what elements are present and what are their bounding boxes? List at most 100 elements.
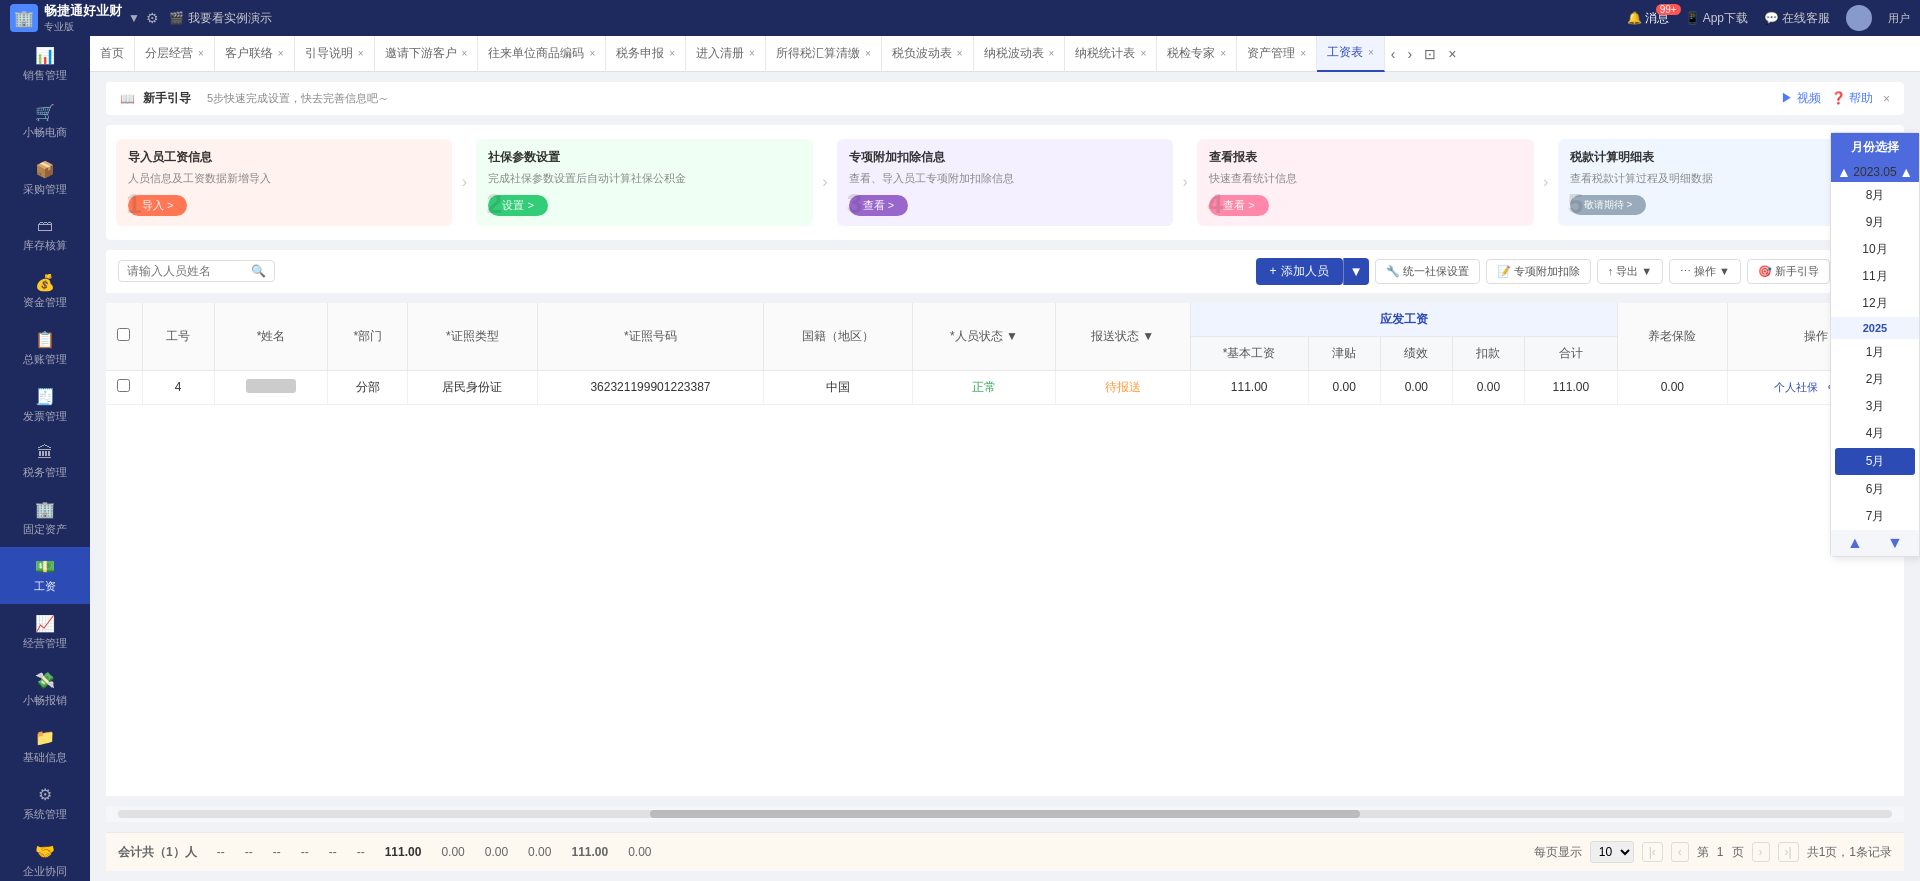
tab-tax-stat-close[interactable]: × [1140, 48, 1146, 59]
tab-tax-calc[interactable]: 所得税汇算清缴 × [766, 36, 882, 72]
sidebar-item-finance[interactable]: 💰 资金管理 [0, 263, 90, 320]
report-filter-icon[interactable]: ▼ [1142, 329, 1154, 343]
sidebar-item-collab[interactable]: 🤝 企业协同 [0, 832, 90, 881]
gear-icon[interactable]: ⚙ [146, 10, 159, 26]
month-1[interactable]: 1月 [1831, 339, 1919, 366]
scrollbar-thumb[interactable] [650, 810, 1360, 818]
next-page-btn[interactable]: › [1752, 842, 1770, 862]
online-service-button[interactable]: 💬 在线客服 [1764, 10, 1830, 27]
guide-close-btn[interactable]: × [1883, 92, 1890, 106]
tab-tax-declare[interactable]: 税务申报 × [606, 36, 686, 72]
sidebar-item-system[interactable]: ⚙ 系统管理 [0, 775, 90, 832]
sidebar-item-ledger[interactable]: 📋 总账管理 [0, 320, 90, 377]
sidebar-item-basic[interactable]: 📁 基础信息 [0, 718, 90, 775]
action-btn[interactable]: ⋯ 操作 ▼ [1669, 259, 1741, 284]
th-id: 工号 [142, 303, 214, 371]
tab-product-code[interactable]: 往来单位商品编码 × [478, 36, 606, 72]
page-size-select[interactable]: 10 20 50 [1590, 841, 1634, 863]
personal-insurance-link[interactable]: 个人社保 [1774, 381, 1818, 393]
tab-tax-stat[interactable]: 纳税统计表 × [1065, 36, 1157, 72]
tab-asset-close[interactable]: × [1300, 48, 1306, 59]
tab-tax-declare-close[interactable]: × [669, 48, 675, 59]
guide-help-btn[interactable]: ❓ 帮助 [1831, 90, 1873, 107]
month-9[interactable]: 9月 [1831, 209, 1919, 236]
sidebar-item-tax[interactable]: 🏛 税务管理 [0, 434, 90, 490]
special-deduction-btn[interactable]: 📝 专项附加扣除 [1486, 259, 1591, 284]
sidebar-item-payroll[interactable]: 💵 工资 [0, 547, 90, 604]
sidebar-item-invoice[interactable]: 🧾 发票管理 [0, 377, 90, 434]
guide-book-icon: 📖 [120, 92, 135, 106]
sidebar-item-sales[interactable]: 📊 销售管理 [0, 36, 90, 93]
status-text: 正常 [972, 380, 996, 394]
month-down-btn[interactable]: ▲ [1899, 164, 1913, 180]
tab-guide-desc[interactable]: 引导说明 × [295, 36, 375, 72]
search-icon[interactable]: 🔍 [251, 264, 266, 278]
month-scroll-up-btn[interactable]: ▲ [1847, 534, 1863, 552]
new-guide-btn[interactable]: 🎯 新手引导 [1747, 259, 1830, 284]
tab-tax-wave[interactable]: 纳税波动表 × [974, 36, 1066, 72]
tab-payroll-close[interactable]: × [1368, 47, 1374, 58]
last-page-btn[interactable]: ›| [1778, 842, 1799, 862]
tab-tax-expert[interactable]: 税检专家 × [1157, 36, 1237, 72]
sidebar-item-purchase[interactable]: 📦 采购管理 [0, 150, 90, 207]
tab-layered-close[interactable]: × [198, 48, 204, 59]
month-3[interactable]: 3月 [1831, 393, 1919, 420]
tab-payroll[interactable]: 工资表 × [1317, 36, 1385, 72]
tab-customer-close[interactable]: × [278, 48, 284, 59]
month-10[interactable]: 10月 [1831, 236, 1919, 263]
add-person-dropdown[interactable]: ▼ [1343, 258, 1369, 285]
first-page-btn[interactable]: |‹ [1642, 842, 1663, 862]
select-all-checkbox[interactable] [117, 328, 130, 341]
prev-page-btn[interactable]: ‹ [1671, 842, 1689, 862]
tab-home[interactable]: 首页 [90, 36, 135, 72]
tab-tax-expert-close[interactable]: × [1220, 48, 1226, 59]
sidebar-item-ecommerce[interactable]: 🛒 小畅电商 [0, 93, 90, 150]
tab-tax-wave-close[interactable]: × [1049, 48, 1055, 59]
search-input[interactable] [127, 264, 247, 278]
guide-video-btn[interactable]: ▶ 视频 [1781, 90, 1820, 107]
month-up-btn[interactable]: ▲ [1837, 164, 1851, 180]
tab-tax-fluctuation-close[interactable]: × [957, 48, 963, 59]
tab-menu-btn[interactable]: ⊡ [1418, 46, 1442, 62]
horizontal-scrollbar[interactable] [118, 810, 1892, 818]
sidebar-item-inventory[interactable]: 🗃 库存核算 [0, 207, 90, 263]
row-checkbox-cell [106, 370, 142, 404]
row-checkbox[interactable] [117, 379, 130, 392]
tab-close-all-btn[interactable]: × [1442, 46, 1462, 62]
tab-prev-btn[interactable]: ‹ [1385, 46, 1402, 62]
user-avatar[interactable] [1846, 5, 1872, 31]
month-2[interactable]: 2月 [1831, 366, 1919, 393]
tab-layered-ops[interactable]: 分层经营 × [135, 36, 215, 72]
tab-tax-calc-close[interactable]: × [865, 48, 871, 59]
tab-customer[interactable]: 客户联络 × [215, 36, 295, 72]
tab-asset-mgmt[interactable]: 资产管理 × [1237, 36, 1317, 72]
sidebar-item-operations[interactable]: 📈 经营管理 [0, 604, 90, 661]
month-5[interactable]: 5月 [1835, 448, 1915, 475]
month-8[interactable]: 8月 [1831, 182, 1919, 209]
tab-guide-close[interactable]: × [358, 48, 364, 59]
month-scroll-down-btn[interactable]: ▼ [1887, 534, 1903, 552]
app-download-button[interactable]: 📱 App下载 [1685, 10, 1748, 27]
demo-button[interactable]: 🎬 我要看实例演示 [169, 10, 272, 27]
tab-invite[interactable]: 邀请下游客户 × [375, 36, 479, 72]
month-4[interactable]: 4月 [1831, 420, 1919, 447]
tab-product-code-close[interactable]: × [589, 48, 595, 59]
tab-next-btn[interactable]: › [1401, 46, 1418, 62]
tab-invite-close[interactable]: × [462, 48, 468, 59]
month-11[interactable]: 11月 [1831, 263, 1919, 290]
social-insurance-btn[interactable]: 🔧 统一社保设置 [1375, 259, 1480, 284]
sidebar-item-assets[interactable]: 🏢 固定资产 [0, 490, 90, 547]
tab-clearbook[interactable]: 进入清册 × [686, 36, 766, 72]
month-12[interactable]: 12月 [1831, 290, 1919, 317]
month-7[interactable]: 7月 [1831, 503, 1919, 530]
tab-clearbook-close[interactable]: × [749, 48, 755, 59]
dropdown-icon[interactable]: ▼ [128, 11, 140, 25]
tab-tax-fluctuation[interactable]: 税负波动表 × [882, 36, 974, 72]
export-btn[interactable]: ↑ 导出 ▼ [1597, 259, 1663, 284]
add-person-button[interactable]: + 添加人员 [1256, 258, 1343, 285]
month-6[interactable]: 6月 [1831, 476, 1919, 503]
sidebar-item-expense[interactable]: 💸 小畅报销 [0, 661, 90, 718]
status-filter-icon[interactable]: ▼ [1006, 329, 1018, 343]
home-tab-label: 首页 [100, 45, 124, 62]
message-button[interactable]: 🔔 消息 99+ [1627, 10, 1669, 27]
